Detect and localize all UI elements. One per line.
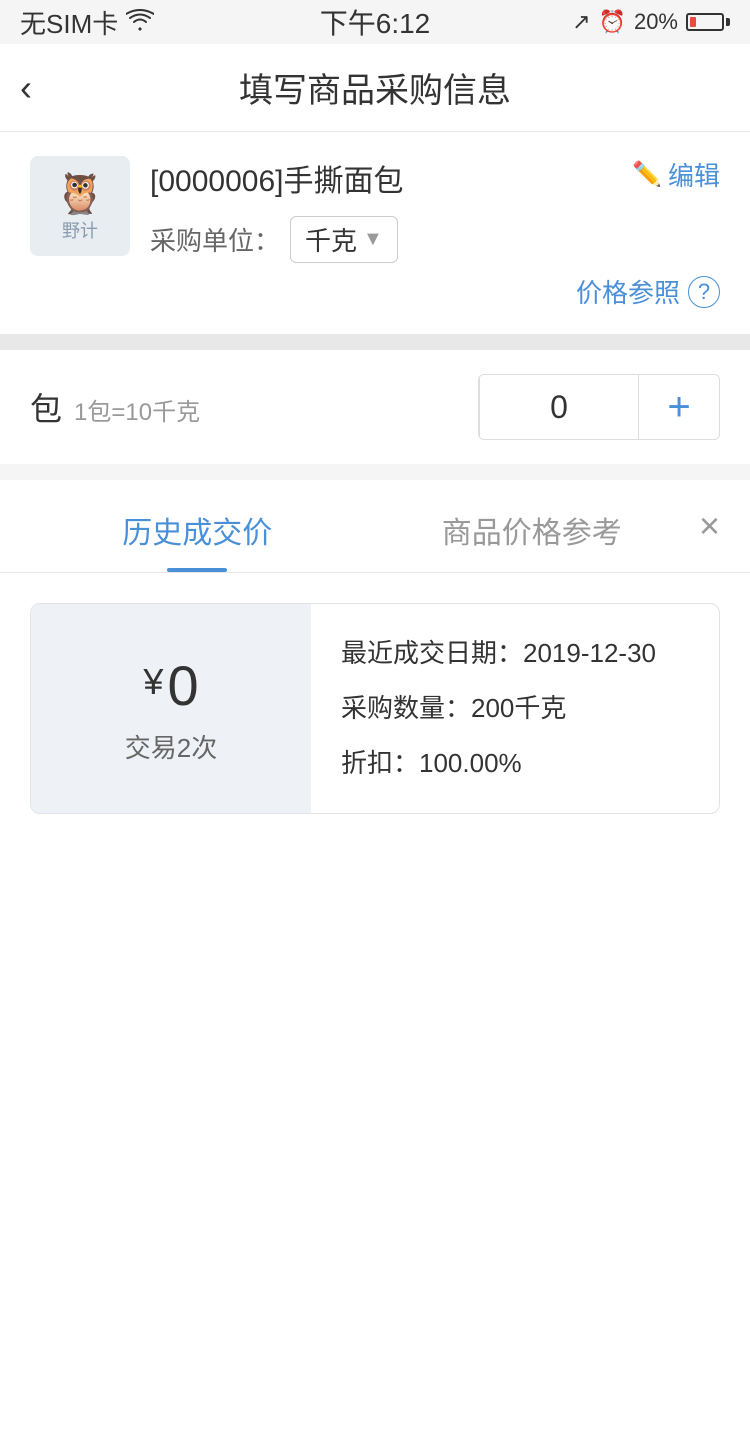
edit-icon: ✏️ (632, 160, 662, 189)
transaction-price: ¥ 0 (143, 653, 198, 718)
product-card: 🦉 野计 [0000006]手撕面包 采购单位： 千克 ▼ ✏️ 编辑 价格参照… (0, 132, 750, 334)
tab-history-price[interactable]: 历史成交价 (30, 480, 364, 572)
section-divider (0, 334, 750, 350)
discount-value: 100.00% (419, 748, 522, 778)
price-ref-button[interactable]: 价格参照 (576, 273, 680, 310)
chevron-down-icon: ▼ (363, 228, 383, 251)
product-left: 🦉 野计 [0000006]手撕面包 采购单位： 千克 ▼ (30, 156, 632, 263)
unit-select[interactable]: 千克 ▼ (290, 216, 398, 263)
quantity-label: 包 1包=10千克 (30, 384, 200, 430)
carrier-label: 无SIM卡 (20, 4, 118, 41)
edit-button[interactable]: ✏️ 编辑 (632, 156, 720, 193)
date-value: 2019-12-30 (523, 638, 656, 668)
product-name: [0000006]手撕面包 (150, 156, 632, 200)
edit-label: 编辑 (668, 156, 720, 193)
nav-bar: ‹ 填写商品采购信息 (0, 44, 750, 132)
transaction-detail-panel: 最近成交日期：2019-12-30 采购数量：200千克 折扣：100.00% (311, 604, 719, 813)
price-ref-info-icon[interactable]: ? (688, 276, 720, 308)
transaction-card: ¥ 0 交易2次 最近成交日期：2019-12-30 采购数量：200千克 折扣… (30, 603, 720, 814)
quantity-row: 包 1包=10千克 0 + (0, 350, 750, 464)
discount-label: 折扣： (341, 748, 419, 778)
status-left: 无SIM卡 (20, 4, 154, 41)
tab-price-reference[interactable]: 商品价格参考 (364, 480, 698, 572)
bottom-area (0, 844, 750, 1444)
quantity-controls: 0 + (478, 374, 720, 440)
transaction-discount-row: 折扣：100.00% (341, 744, 689, 783)
price-value: 0 (167, 653, 198, 718)
battery-indicator (686, 13, 730, 31)
quantity-value[interactable]: 0 (479, 375, 639, 439)
status-right: ↗ ⏰ 20% (572, 9, 730, 35)
battery-pct: 20% (634, 9, 678, 35)
transaction-count: 交易2次 (125, 728, 217, 765)
status-bar: 无SIM卡 下午6:12 ↗ ⏰ 20% (0, 0, 750, 44)
date-label: 最近成交日期： (341, 638, 523, 668)
currency-symbol: ¥ (143, 661, 163, 703)
price-ref-row: 价格参照 ? (30, 273, 720, 310)
wifi-icon (126, 7, 154, 38)
product-thumbnail: 🦉 野计 (30, 156, 130, 256)
unit-label: 采购单位： (150, 221, 280, 258)
tab-section: 历史成交价 商品价格参考 × ¥ 0 交易2次 最近成交日期：2019-12-3… (0, 480, 750, 844)
tab-close-button[interactable]: × (699, 485, 720, 567)
quantity-unit-main: 包 (30, 384, 62, 430)
product-icon: 🦉 (55, 170, 105, 217)
page-title: 填写商品采购信息 (239, 63, 511, 112)
tab-price-reference-label: 商品价格参考 (442, 517, 622, 550)
transaction-qty-row: 采购数量：200千克 (341, 689, 689, 728)
tab-history-price-label: 历史成交价 (122, 517, 272, 550)
back-button[interactable]: ‹ (20, 67, 32, 109)
product-info: [0000006]手撕面包 采购单位： 千克 ▼ (150, 156, 632, 263)
product-unit-row: 采购单位： 千克 ▼ (150, 216, 632, 263)
unit-value: 千克 (305, 221, 357, 258)
quantity-plus-button[interactable]: + (639, 375, 719, 439)
transaction-date-row: 最近成交日期：2019-12-30 (341, 634, 689, 673)
tab-content: ¥ 0 交易2次 最近成交日期：2019-12-30 采购数量：200千克 折扣… (0, 573, 750, 844)
qty-label: 采购数量： (341, 693, 471, 723)
status-time: 下午6:12 (320, 2, 431, 42)
quantity-unit-sub: 1包=10千克 (74, 392, 200, 427)
transaction-price-panel: ¥ 0 交易2次 (31, 604, 311, 813)
tab-header: 历史成交价 商品价格参考 × (0, 480, 750, 573)
alarm-icon: ⏰ (599, 9, 626, 35)
location-icon: ↗ (572, 9, 590, 35)
product-icon-label: 野计 (62, 217, 98, 243)
qty-value: 200千克 (471, 693, 566, 723)
